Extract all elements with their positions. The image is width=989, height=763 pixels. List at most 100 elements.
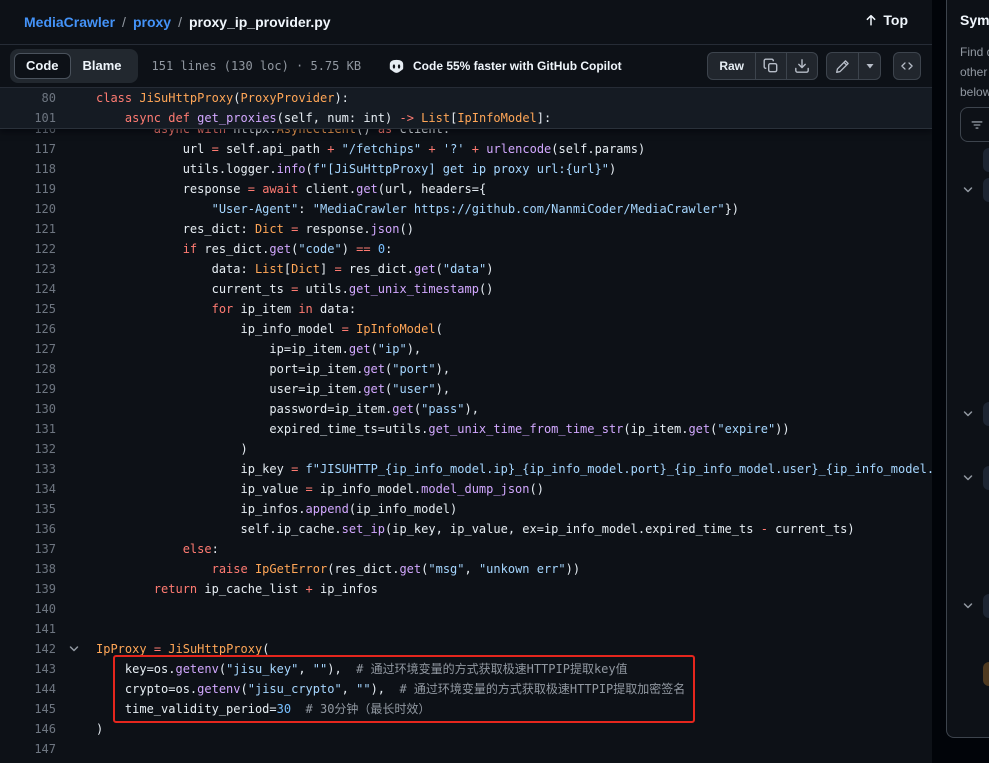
line-number[interactable]: 137 <box>0 542 56 556</box>
symbols-toggle-button[interactable] <box>893 52 921 80</box>
line-number[interactable]: 121 <box>0 222 56 236</box>
code-line: 126 ip_info_model = IpInfoModel( <box>0 319 932 339</box>
pencil-icon <box>835 59 850 74</box>
line-number[interactable]: 140 <box>0 602 56 616</box>
line-number[interactable]: 135 <box>0 502 56 516</box>
code-text: IpProxy = JiSuHttpProxy( <box>96 639 269 659</box>
line-number[interactable]: 80 <box>0 91 56 105</box>
code-line: 128 port=ip_item.get("port"), <box>0 359 932 379</box>
code-text: key=os.getenv("jisu_key", ""), # 通过环境变量的… <box>96 659 628 679</box>
line-number[interactable]: 138 <box>0 562 56 576</box>
symbol-item-1[interactable] <box>947 148 989 172</box>
symbols-code-icon <box>900 59 914 73</box>
chevron-down-icon[interactable] <box>962 472 974 484</box>
back-to-top-button[interactable]: Top <box>864 12 908 28</box>
line-number[interactable]: 128 <box>0 362 56 376</box>
symbol-item-2[interactable] <box>947 178 989 202</box>
line-number[interactable]: 127 <box>0 342 56 356</box>
edit-button[interactable] <box>827 53 858 79</box>
symbol-item-4[interactable] <box>947 466 989 490</box>
line-number[interactable]: 143 <box>0 662 56 676</box>
code-line: 147 <box>0 739 932 759</box>
panel-divider[interactable] <box>932 0 946 763</box>
line-number[interactable]: 122 <box>0 242 56 256</box>
symbol-badge <box>983 178 989 202</box>
code-line: 131 expired_time_ts=utils.get_unix_time_… <box>0 419 932 439</box>
code-text: self.ip_cache.set_ip(ip_key, ip_value, e… <box>96 519 855 539</box>
line-number[interactable]: 126 <box>0 322 56 336</box>
code-line: 119 response = await client.get(url, hea… <box>0 179 932 199</box>
code-text: crypto=os.getenv("jisu_crypto", ""), # 通… <box>96 679 685 699</box>
download-icon <box>794 58 810 74</box>
line-number[interactable]: 132 <box>0 442 56 456</box>
chevron-down-icon[interactable] <box>962 408 974 420</box>
line-number[interactable]: 124 <box>0 282 56 296</box>
code-line: 142 IpProxy = JiSuHttpProxy( <box>0 639 932 659</box>
code-line: 123 data: List[Dict] = res_dict.get("dat… <box>0 259 932 279</box>
code-line: 101 async def get_proxies(self, num: int… <box>0 108 932 128</box>
line-number[interactable]: 119 <box>0 182 56 196</box>
line-number[interactable]: 123 <box>0 262 56 276</box>
symbol-badge <box>983 662 989 686</box>
download-button[interactable] <box>786 53 817 79</box>
line-number[interactable]: 142 <box>0 642 56 656</box>
code-text: port=ip_item.get("port"), <box>96 359 450 379</box>
edit-dropdown-button[interactable] <box>858 53 880 79</box>
sticky-scope-header: 80class JiSuHttpProxy(ProxyProvider):101… <box>0 88 932 129</box>
line-number[interactable]: 118 <box>0 162 56 176</box>
line-number[interactable]: 147 <box>0 742 56 756</box>
code-line: 135 ip_infos.append(ip_info_model) <box>0 499 932 519</box>
code-text: password=ip_item.get("pass"), <box>96 399 479 419</box>
code-line: 138 raise IpGetError(res_dict.get("msg",… <box>0 559 932 579</box>
line-number[interactable]: 101 <box>0 111 56 125</box>
code-text: ip_value = ip_info_model.model_dump_json… <box>96 479 544 499</box>
code-line: 140 <box>0 599 932 619</box>
code-line: 144 crypto=os.getenv("jisu_crypto", ""),… <box>0 679 932 699</box>
line-number[interactable]: 133 <box>0 462 56 476</box>
code-text: ) <box>96 439 248 459</box>
code-text: url = self.api_path + "/fetchips" + '?' … <box>96 139 645 159</box>
line-number[interactable]: 131 <box>0 422 56 436</box>
code-viewport: 116 async with httpx.AsyncClient() as cl… <box>0 88 932 763</box>
code-text: class JiSuHttpProxy(ProxyProvider): <box>96 88 349 108</box>
code-text: time_validity_period=30 # 30分钟（最长时效） <box>96 699 430 719</box>
line-number[interactable]: 120 <box>0 202 56 216</box>
tab-code[interactable]: Code <box>14 53 71 79</box>
line-number[interactable]: 145 <box>0 702 56 716</box>
symbol-item-5[interactable] <box>947 594 989 618</box>
raw-button[interactable]: Raw <box>708 53 755 79</box>
symbol-badge <box>983 594 989 618</box>
code-text: expired_time_ts=utils.get_unix_time_from… <box>96 419 790 439</box>
code-line: 146) <box>0 719 932 739</box>
code-text: async def get_proxies(self, num: int) ->… <box>96 108 551 128</box>
symbols-list <box>947 0 989 737</box>
copy-button[interactable] <box>755 53 786 79</box>
code-text: else: <box>96 539 219 559</box>
symbol-item-6[interactable] <box>947 662 989 686</box>
copilot-banner[interactable]: Code 55% faster with GitHub Copilot <box>388 45 622 87</box>
chevron-down-icon[interactable] <box>962 600 974 612</box>
symbol-badge <box>983 466 989 490</box>
breadcrumb-repo-link[interactable]: MediaCrawler <box>24 14 115 30</box>
line-number[interactable]: 144 <box>0 682 56 696</box>
line-number[interactable]: 136 <box>0 522 56 536</box>
code-line: 136 self.ip_cache.set_ip(ip_key, ip_valu… <box>0 519 932 539</box>
code-line: 132 ) <box>0 439 932 459</box>
line-number[interactable]: 125 <box>0 302 56 316</box>
tab-blame[interactable]: Blame <box>71 53 134 79</box>
collapse-chevron-icon[interactable] <box>56 643 96 655</box>
line-number[interactable]: 134 <box>0 482 56 496</box>
line-number[interactable]: 130 <box>0 402 56 416</box>
line-number[interactable]: 141 <box>0 622 56 636</box>
line-number[interactable]: 117 <box>0 142 56 156</box>
code-text: user=ip_item.get("user"), <box>96 379 450 399</box>
line-number[interactable]: 139 <box>0 582 56 596</box>
line-number[interactable]: 129 <box>0 382 56 396</box>
symbols-panel: Symbols Find definitions and references … <box>946 0 989 738</box>
breadcrumb-folder-link[interactable]: proxy <box>133 14 171 30</box>
code-text: res_dict: Dict = response.json() <box>96 219 414 239</box>
chevron-down-icon[interactable] <box>962 184 974 196</box>
symbol-item-3[interactable] <box>947 402 989 426</box>
line-number[interactable]: 146 <box>0 722 56 736</box>
symbol-badge <box>983 402 989 426</box>
